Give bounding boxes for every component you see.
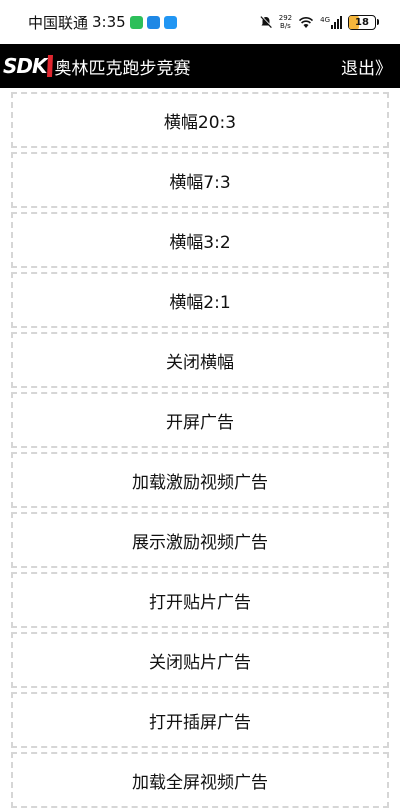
net-speed-value: 292 (278, 14, 293, 22)
status-bar: 中国联通 3:35 292 B/s 4G 18 (0, 0, 400, 44)
load-rewarded-video-button[interactable]: 加载激励视频广告 (11, 452, 389, 508)
banner-3-2-button[interactable]: 横幅3:2 (11, 212, 389, 268)
splash-ad-button[interactable]: 开屏广告 (11, 392, 389, 448)
open-patch-ad-button[interactable]: 打开贴片广告 (11, 572, 389, 628)
banner-20-3-button[interactable]: 横幅20:3 (11, 92, 389, 148)
logo-text: SDK (3, 54, 48, 78)
sdk-logo: SDK (3, 54, 53, 78)
banner-7-3-button[interactable]: 横幅7:3 (11, 152, 389, 208)
ad-menu-list: 横幅20:3 横幅7:3 横幅3:2 横幅2:1 关闭横幅 开屏广告 加载激励视… (11, 92, 389, 812)
banner-2-1-button[interactable]: 横幅2:1 (11, 272, 389, 328)
bell-muted-icon (260, 15, 273, 29)
exit-button[interactable]: 退出》 (341, 44, 392, 88)
wifi-icon (299, 16, 314, 28)
net-speed-unit: B/s (280, 22, 291, 30)
message-app-icon (163, 15, 177, 29)
show-rewarded-video-button[interactable]: 展示激励视频广告 (11, 512, 389, 568)
status-right: 292 B/s 4G 18 (259, 12, 379, 32)
status-left: 中国联通 3:35 (28, 12, 177, 32)
close-banner-button[interactable]: 关闭横幅 (11, 332, 389, 388)
load-fullscreen-video-button[interactable]: 加载全屏视频广告 (11, 752, 389, 808)
wechat-icon (129, 15, 143, 29)
app-bar: SDK 奥林匹克跑步竞赛 退出》 (0, 44, 400, 88)
app-title: 奥林匹克跑步竞赛 (54, 58, 191, 79)
carrier-label: 中国联通 (28, 13, 89, 32)
signal-icon: 4G (320, 15, 342, 29)
open-interstitial-ad-button[interactable]: 打开插屏广告 (11, 692, 389, 748)
clock: 3:35 (92, 13, 126, 31)
battery-icon: 18 (348, 14, 379, 30)
network-type: 4G (320, 15, 330, 24)
net-speed: 292 B/s (279, 14, 292, 30)
battery-level: 18 (355, 16, 369, 28)
logo-accent-mark (46, 55, 53, 77)
close-patch-ad-button[interactable]: 关闭贴片广告 (11, 632, 389, 688)
shield-app-icon (146, 15, 160, 29)
